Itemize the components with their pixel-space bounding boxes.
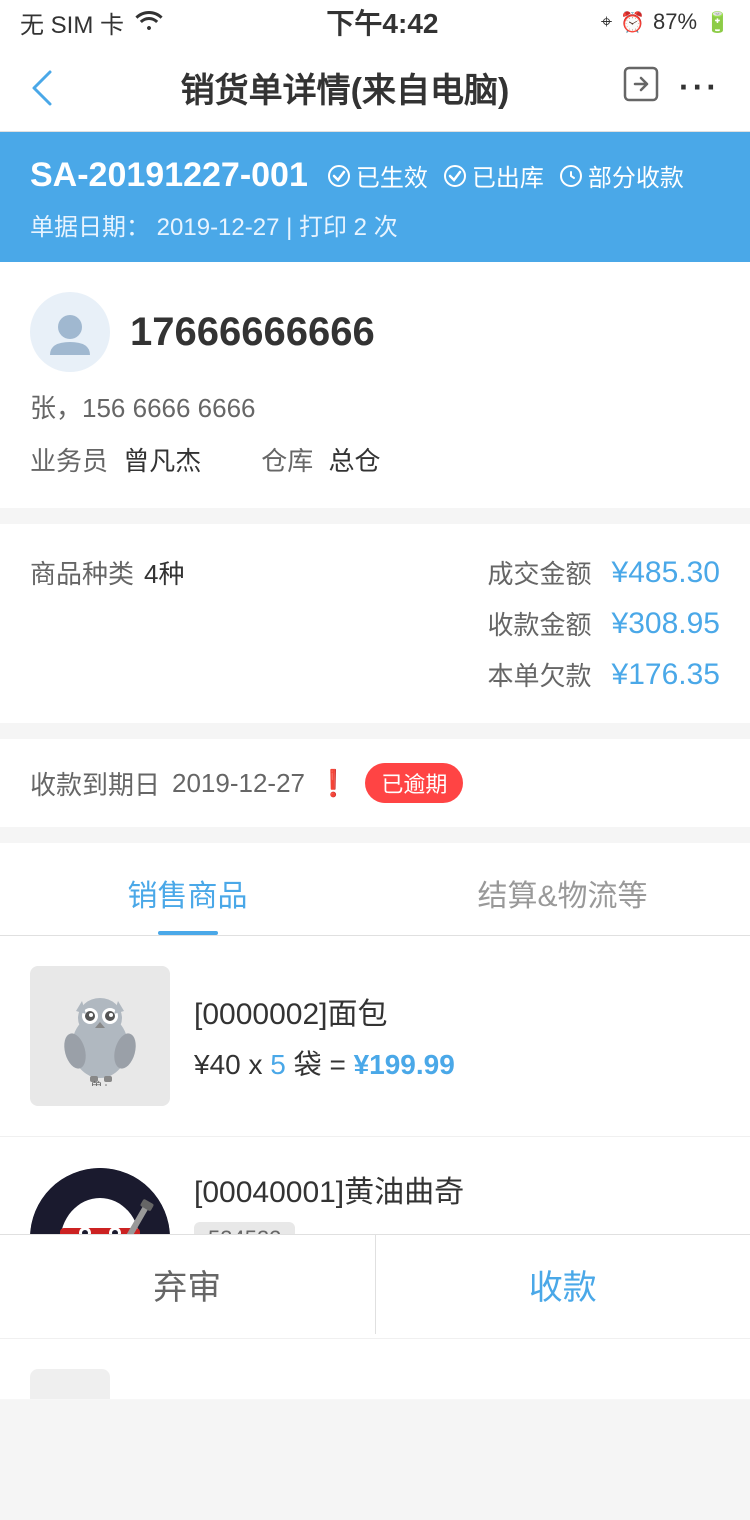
status-bar: 无 SIM 卡 下午4:42 ⌖ ⏰ 87% 🔋 bbox=[0, 0, 750, 44]
status-tags: 已生效 已出库 部分收款 bbox=[328, 158, 684, 193]
overdue-badge: 已逾期 bbox=[365, 763, 463, 803]
back-button[interactable] bbox=[30, 68, 90, 108]
customer-name: 张，156 6666 6666 bbox=[30, 388, 720, 425]
warehouse-label: 仓库 总仓 bbox=[261, 441, 380, 478]
location-icon: ⌖ bbox=[601, 11, 612, 34]
more-icon[interactable]: ··· bbox=[679, 69, 720, 106]
product-price-1: ¥40 x 5 袋 = ¥199.99 bbox=[194, 1043, 720, 1083]
order-date: 单据日期： 2019-12-27 | 打印 2 次 bbox=[30, 207, 720, 242]
product-total-1: ¥199.99 bbox=[354, 1049, 455, 1080]
summary-right: 成交金额 ¥485.30 收款金额 ¥308.95 本单欠款 ¥176.35 bbox=[488, 554, 720, 693]
nav-actions: ··· bbox=[600, 66, 720, 110]
avatar bbox=[30, 292, 110, 372]
collected-amount-item: 收款金额 ¥308.95 bbox=[488, 605, 720, 642]
nav-bar: 销货单详情(来自电脑) ··· bbox=[0, 44, 750, 132]
carrier-label: 无 SIM 卡 bbox=[20, 5, 124, 40]
customer-meta: 业务员 曾凡杰 仓库 总仓 bbox=[30, 441, 720, 478]
status-left: 无 SIM 卡 bbox=[20, 5, 164, 40]
due-date-label: 收款到期日 bbox=[30, 765, 160, 802]
overdue-icon: ❗ bbox=[317, 768, 349, 799]
page-title: 销货单详情(来自电脑) bbox=[90, 63, 600, 112]
deal-amount-value: ¥485.30 bbox=[612, 556, 720, 590]
wifi-icon bbox=[134, 8, 164, 37]
customer-id: 17666666666 bbox=[130, 310, 375, 355]
status-tag-shipped: 已出库 bbox=[444, 158, 544, 193]
product-name-1: [0000002]面包 bbox=[194, 989, 720, 1033]
product-thumbnail-1: 兽+ bbox=[30, 966, 170, 1106]
share-icon[interactable] bbox=[623, 66, 659, 110]
due-date-section: 收款到期日 2019-12-27 ❗ 已逾期 bbox=[0, 739, 750, 827]
bottom-bar: 弃审 收款 bbox=[0, 1234, 750, 1334]
order-id: SA-20191227-001 bbox=[30, 156, 308, 195]
battery-icon: 🔋 bbox=[705, 10, 730, 35]
product-type-item: 商品种类 4种 bbox=[30, 554, 184, 591]
deal-amount-item: 成交金额 ¥485.30 bbox=[488, 554, 720, 591]
alarm-icon: ⏰ bbox=[620, 10, 645, 35]
product-qty-1: 5 bbox=[270, 1049, 286, 1080]
list-item bbox=[0, 1339, 750, 1400]
owed-amount-value: ¥176.35 bbox=[612, 658, 720, 692]
battery-label: 87% bbox=[653, 9, 697, 35]
status-tag-partial: 部分收款 bbox=[560, 158, 684, 193]
salesperson-label: 业务员 曾凡杰 bbox=[30, 441, 201, 478]
owed-amount-item: 本单欠款 ¥176.35 bbox=[488, 656, 720, 693]
confirm-button[interactable]: 收款 bbox=[376, 1235, 750, 1334]
product-info-1: [0000002]面包 ¥40 x 5 袋 = ¥199.99 bbox=[194, 989, 720, 1083]
customer-section: 17666666666 张，156 6666 6666 业务员 曾凡杰 仓库 总… bbox=[0, 262, 750, 508]
svg-text:兽+: 兽+ bbox=[90, 1080, 109, 1086]
tab-settlement-logistics[interactable]: 结算&物流等 bbox=[375, 843, 750, 935]
tabs-section: 销售商品 结算&物流等 bbox=[0, 843, 750, 936]
collected-amount-value: ¥308.95 bbox=[612, 607, 720, 641]
list-item: 兽+ [0000002]面包 ¥40 x 5 袋 = ¥199.99 bbox=[0, 936, 750, 1137]
header-banner: SA-20191227-001 已生效 已出库 部分收款 单据日期： 2019-… bbox=[0, 132, 750, 262]
summary-section: 商品种类 4种 成交金额 ¥485.30 收款金额 ¥308.95 本单欠款 ¥… bbox=[0, 524, 750, 723]
summary-left: 商品种类 4种 bbox=[30, 554, 184, 591]
due-date-value: 2019-12-27 bbox=[172, 768, 305, 799]
status-right: ⌖ ⏰ 87% 🔋 bbox=[601, 9, 730, 35]
cancel-button[interactable]: 弃审 bbox=[0, 1235, 376, 1334]
status-time: 下午4:42 bbox=[326, 2, 438, 42]
tab-sales-products[interactable]: 销售商品 bbox=[0, 843, 375, 935]
product-name-2: [00040001]黄油曲奇 bbox=[194, 1167, 720, 1211]
status-tag-effective: 已生效 bbox=[328, 158, 428, 193]
